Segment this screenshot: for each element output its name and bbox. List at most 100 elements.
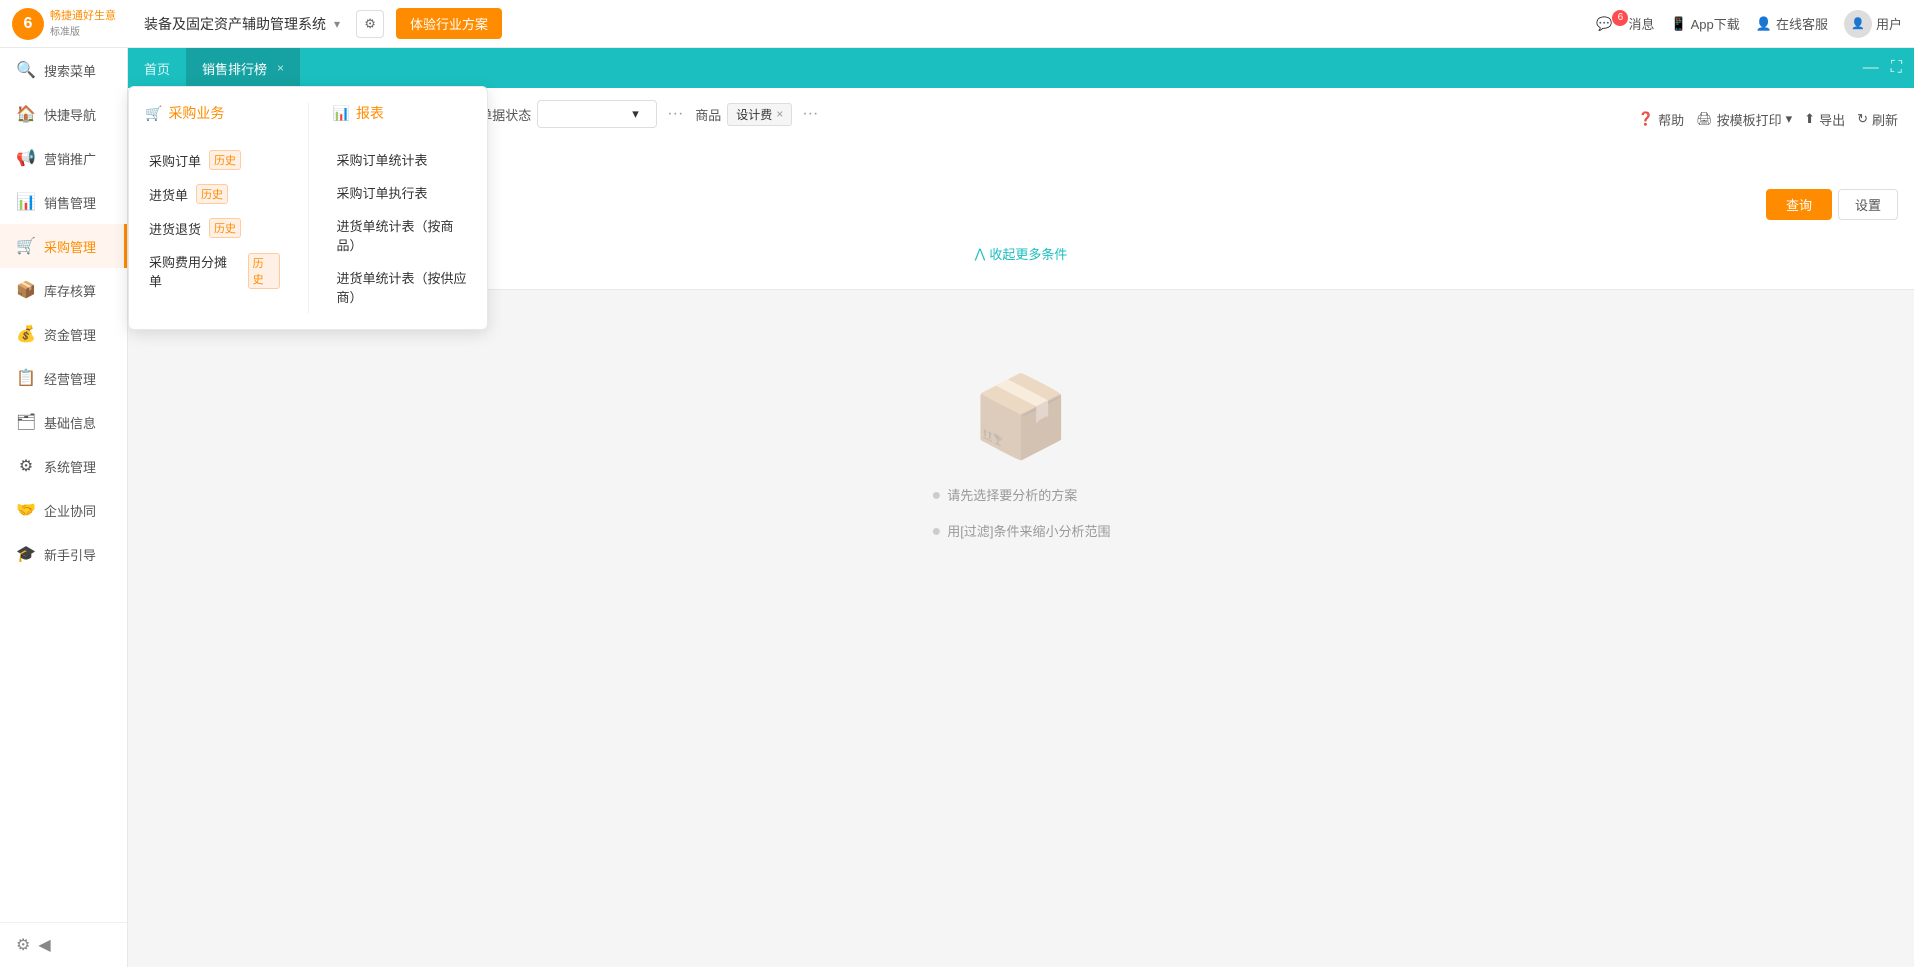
toolbar-right: ❓ 帮助 🖨 按模板打印 ▾ ⬆ 导出 (1638, 110, 1898, 129)
cart-icon: 🛒 (16, 236, 36, 256)
sidebar-item-basic-info[interactable]: 🗂 基础信息 (0, 400, 127, 444)
history-badge-inbound[interactable]: 历史 (196, 184, 228, 204)
sidebar-item-label: 库存核算 (44, 281, 96, 300)
tab-close-icon[interactable]: × (277, 61, 284, 75)
sidebar-item-inventory[interactable]: 📦 库存核算 (0, 268, 127, 312)
tab-home[interactable]: 首页 (128, 48, 186, 88)
export-icon: ⬆ (1804, 111, 1815, 127)
top-bar: 6 畅捷通好生意 标准版 装备及固定资产辅助管理系统 ▾ ⚙ 体验行业方案 💬 … (0, 0, 1914, 48)
menu-item-return[interactable]: 进货退货 历史 (145, 211, 284, 245)
system-dropdown-arrow[interactable]: ▾ (334, 17, 340, 31)
logo-text-area: 畅捷通好生意 标准版 (50, 9, 116, 38)
tab-window-controls: — ⛶ (1859, 55, 1914, 81)
sidebar-item-marketing[interactable]: 📢 营销推广 (0, 136, 127, 180)
goods-tag: 设计费 × (727, 103, 792, 126)
gear-icon: ⚙ (16, 456, 36, 476)
purchase-dropdown-menu: 🛒 采购业务 采购订单 历史 进货单 历史 进货退货 历史 采购费用分摊单 历史… (128, 86, 488, 330)
search-icon: 🔍 (16, 60, 36, 80)
sidebar-item-label: 新手引导 (44, 545, 96, 564)
menu-item-inbound[interactable]: 进货单 历史 (145, 177, 284, 211)
sidebar-item-purchase[interactable]: 🛒 采购管理 (0, 224, 127, 268)
goods-label: 商品 (695, 105, 721, 124)
empty-hint-1: ● 请先选择要分析的方案 ● 用[过滤]条件来缩小分析范围 (932, 480, 1111, 548)
purchase-report-column: 📊 报表 采购订单统计表 采购订单执行表 进货单统计表（按商品） 进货单统计表（… (333, 103, 472, 313)
menu-item-purchase-order[interactable]: 采购订单 历史 (145, 143, 284, 177)
tab-sales-ranking[interactable]: 销售排行榜 × (186, 48, 300, 88)
print-icon: 🖨 (1696, 111, 1713, 127)
set-button[interactable]: 设置 (1838, 189, 1898, 220)
sidebar-item-enterprise[interactable]: 🤝 企业协同 (0, 488, 127, 532)
sidebar-item-search[interactable]: 🔍 搜索菜单 (0, 48, 127, 92)
menu-item-inbound-by-supplier[interactable]: 进货单统计表（按供应商） (333, 261, 472, 313)
top-right-area: 💬 6 消息 📱 App下载 👤 在线客服 👤 用户 (1596, 10, 1902, 38)
app-download-button[interactable]: 📱 App下载 (1670, 14, 1739, 33)
collapse-button[interactable]: ⋀ 收起更多条件 (975, 236, 1068, 271)
logo-badge: 标准版 (50, 23, 116, 38)
window-maximize-button[interactable]: ⛶ (1887, 55, 1906, 81)
help-icon: ❓ (1638, 111, 1654, 127)
sidebar-item-label: 快捷导航 (44, 105, 96, 124)
logo-text: 畅捷通好生意 (50, 9, 116, 23)
service-icon: 👤 (1756, 16, 1772, 32)
industry-button[interactable]: 体验行业方案 (396, 8, 502, 39)
sidebar-settings-button[interactable]: ⚙ (16, 935, 30, 955)
menu-item-order-exec[interactable]: 采购订单执行表 (333, 176, 472, 209)
purchase-business-title: 🛒 采购业务 (145, 103, 284, 131)
handshake-icon: 🤝 (16, 500, 36, 520)
notification-button[interactable]: 💬 6 消息 (1596, 14, 1654, 33)
online-service-button[interactable]: 👤 在线客服 (1756, 14, 1828, 33)
history-badge-return[interactable]: 历史 (209, 218, 241, 238)
home-icon: 🏠 (16, 104, 36, 124)
sidebar-item-guide[interactable]: 🎓 新手引导 (0, 532, 127, 576)
history-badge-purchase-order[interactable]: 历史 (209, 150, 241, 170)
refresh-button[interactable]: ↻ 刷新 (1857, 110, 1898, 129)
box-icon: 📦 (16, 280, 36, 300)
help-button[interactable]: ❓ 帮助 (1638, 110, 1684, 129)
sidebar-item-label: 系统管理 (44, 457, 96, 476)
tab-bar: 首页 销售排行榜 × — ⛶ (128, 48, 1914, 88)
export-button[interactable]: ⬆ 导出 (1804, 110, 1845, 129)
logo-icon: 6 (12, 8, 44, 40)
query-button[interactable]: 查询 (1766, 189, 1832, 220)
logo-area: 6 畅捷通好生意 标准版 (12, 8, 140, 40)
phone-icon: 📱 (1670, 16, 1686, 32)
chart-icon: 📊 (16, 192, 36, 212)
sidebar: 🔍 搜索菜单 🏠 快捷导航 📢 营销推广 📊 销售管理 🛒 采购管理 📦 (0, 48, 128, 967)
print-button[interactable]: 🖨 按模板打印 ▾ (1696, 110, 1792, 129)
refresh-icon: ↻ (1857, 111, 1868, 127)
sidebar-item-label: 经营管理 (44, 369, 96, 388)
user-menu-button[interactable]: 👤 用户 (1844, 10, 1902, 38)
sidebar-item-system[interactable]: ⚙ 系统管理 (0, 444, 127, 488)
folder-icon: 🗂 (16, 412, 36, 432)
megaphone-icon: 📢 (16, 148, 36, 168)
empty-state: 📦 ● 请先选择要分析的方案 ● 用[过滤]条件来缩小分析范围 (128, 290, 1914, 628)
report-icon: 📊 (333, 105, 350, 122)
history-badge-expense[interactable]: 历史 (248, 253, 280, 289)
purchase-business-icon: 🛒 (145, 105, 162, 122)
sidebar-item-quick-nav[interactable]: 🏠 快捷导航 (0, 92, 127, 136)
system-title-text: 装备及固定资产辅助管理系统 (144, 14, 326, 34)
print-dropdown-icon[interactable]: ▾ (1786, 111, 1793, 127)
sidebar-item-operations[interactable]: 📋 经营管理 (0, 356, 127, 400)
doc-status-more[interactable]: ··· (667, 105, 683, 123)
clipboard-icon: 📋 (16, 368, 36, 388)
sidebar-item-sales[interactable]: 📊 销售管理 (0, 180, 127, 224)
sidebar-item-label: 资金管理 (44, 325, 96, 344)
goods-tag-close[interactable]: × (776, 107, 783, 121)
menu-item-order-stats[interactable]: 采购订单统计表 (333, 143, 472, 176)
settings-gear-button[interactable]: ⚙ (356, 10, 384, 38)
user-avatar: 👤 (1844, 10, 1872, 38)
goods-more[interactable]: ··· (802, 105, 818, 123)
menu-item-expense[interactable]: 采购费用分摊单 历史 (145, 245, 284, 297)
menu-divider (308, 103, 309, 313)
system-title-area: 装备及固定资产辅助管理系统 ▾ ⚙ (144, 10, 384, 38)
collapse-icon: ⋀ (975, 246, 986, 262)
sidebar-item-finance[interactable]: 💰 资金管理 (0, 312, 127, 356)
sidebar-bottom: ⚙ ◀ (0, 922, 127, 967)
window-minimize-button[interactable]: — (1859, 55, 1883, 81)
sidebar-collapse-button[interactable]: ◀ (38, 935, 50, 955)
doc-status-select[interactable]: ▾ (537, 100, 657, 128)
sidebar-item-label: 基础信息 (44, 413, 96, 432)
purchase-report-title: 📊 报表 (333, 103, 472, 131)
menu-item-inbound-by-goods[interactable]: 进货单统计表（按商品） (333, 209, 472, 261)
